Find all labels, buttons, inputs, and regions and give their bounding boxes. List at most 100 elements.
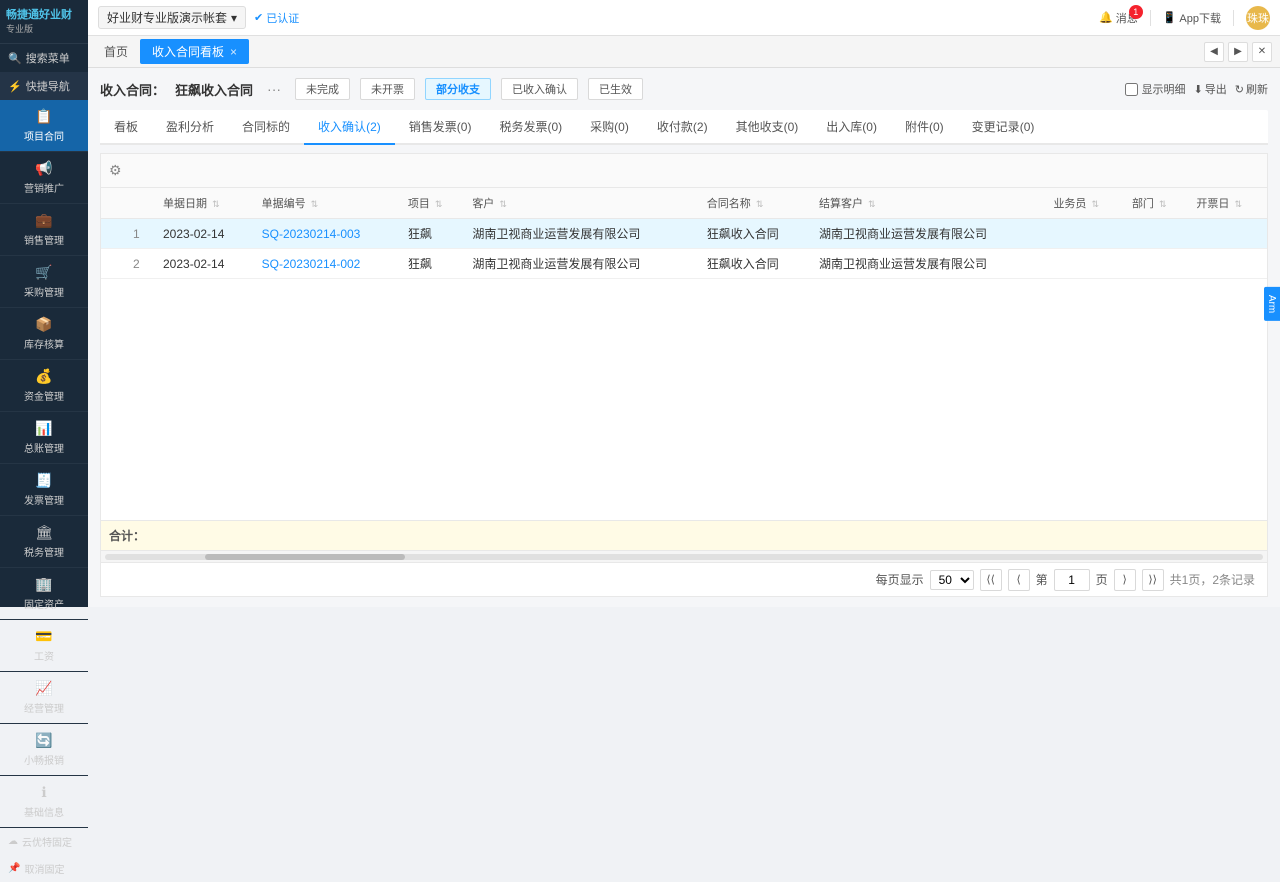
sidebar-item-purchase[interactable]: 🛒 采购管理 <box>0 256 88 308</box>
col-settle-customer[interactable]: 结算客户 ⇅ <box>811 188 1045 219</box>
tab-close-btn[interactable]: × <box>230 45 237 59</box>
col-order-no[interactable]: 单据编号 ⇅ <box>254 188 400 219</box>
last-page-btn[interactable]: ⟩⟩ <box>1142 569 1164 591</box>
clipboard-icon: 📋 <box>35 108 52 125</box>
sidebar-item-expense[interactable]: 🔄 小畅报销 <box>0 724 88 776</box>
sidebar: 畅捷通好业财 专业版 🔍 搜索菜单 ⚡ 快捷导航 📋 项目合同 📢 营销推广 💼… <box>0 0 88 607</box>
tab-tax-invoice[interactable]: 税务发票(0) <box>485 110 576 145</box>
refresh-icon: 🔄 <box>35 732 52 749</box>
table-scroll-area[interactable]: 单据日期 ⇅ 单据编号 ⇅ 项目 ⇅ <box>101 188 1267 520</box>
order-no-link2[interactable]: SQ-20230214-002 <box>262 257 361 271</box>
tab-next-btn[interactable]: ▶ <box>1228 42 1248 62</box>
lightning-icon: ⚡ <box>8 80 22 93</box>
status-partial-btn[interactable]: 部分收支 <box>425 78 491 100</box>
chevron-down-icon: ▾ <box>231 11 237 25</box>
money-icon: 💰 <box>35 368 52 385</box>
col-department[interactable]: 部门 ⇅ <box>1124 188 1188 219</box>
chart-icon: 📊 <box>35 420 52 437</box>
col-customer[interactable]: 客户 ⇅ <box>464 188 698 219</box>
next-page-btn[interactable]: ⟩ <box>1114 569 1136 591</box>
tab-profit[interactable]: 盈利分析 <box>152 110 228 145</box>
col-date[interactable]: 单据日期 ⇅ <box>155 188 254 219</box>
show-detail-checkbox[interactable] <box>1125 83 1138 96</box>
sidebar-item-finance[interactable]: 💰 资金管理 <box>0 360 88 412</box>
tab-revenue-confirm[interactable]: 收入确认(2) <box>304 110 395 145</box>
status-uninvoiced-btn[interactable]: 未开票 <box>360 78 415 100</box>
tab-close-all-btn[interactable]: ✕ <box>1252 42 1272 62</box>
col-project[interactable]: 项目 ⇅ <box>400 188 464 219</box>
export-btn[interactable]: ⬇ 导出 <box>1194 81 1227 97</box>
sidebar-item-sales[interactable]: 💼 销售管理 <box>0 204 88 256</box>
horizontal-scrollbar[interactable] <box>101 550 1267 562</box>
refresh-icon: ↻ <box>1235 83 1244 96</box>
tab-label: 收入合同看板 <box>152 43 224 60</box>
settings-icon[interactable]: ⚙ <box>109 162 122 179</box>
tab-change-log[interactable]: 变更记录(0) <box>958 110 1049 145</box>
tab-attachment[interactable]: 附件(0) <box>891 110 958 145</box>
tab-other[interactable]: 其他收支(0) <box>722 110 813 145</box>
sidebar-item-assets[interactable]: 🏢 固定资产 <box>0 568 88 620</box>
table-row[interactable]: 1 2023-02-14 SQ-20230214-003 狂飙 湖南卫视商业运营… <box>101 219 1267 249</box>
order-no-link[interactable]: SQ-20230214-003 <box>262 227 361 241</box>
col-contract-name[interactable]: 合同名称 ⇅ <box>699 188 811 219</box>
app-download-btn[interactable]: 📱 App下载 <box>1163 10 1221 26</box>
page-number-input[interactable] <box>1054 569 1090 591</box>
row-num-cell: 1 <box>125 219 155 249</box>
sidebar-cloud-pin[interactable]: ☁ 云优特固定 <box>0 828 88 855</box>
sidebar-item-management[interactable]: 📈 经营管理 <box>0 672 88 724</box>
topbar-divider <box>1150 10 1151 26</box>
sort-icon: ⇅ <box>212 199 220 209</box>
sidebar-item-inventory[interactable]: 📦 库存核算 <box>0 308 88 360</box>
sidebar-item-label: 采购管理 <box>24 284 64 299</box>
sidebar-unpin[interactable]: 📌 取消固定 <box>0 855 88 882</box>
main-area: 好业财专业版演示帐套 ▾ ✔ 已认证 🔔 1 消息 📱 App下载 珠珠 <box>88 0 1280 607</box>
row-order-no-cell2[interactable]: SQ-20230214-002 <box>254 249 400 279</box>
arm-float-btn[interactable]: Arm <box>1264 286 1280 320</box>
tax-icon: 🏛 <box>35 524 53 541</box>
tab-kanban[interactable]: 看板 <box>100 110 152 145</box>
per-page-select[interactable]: 50 <box>930 570 974 590</box>
prev-page-btn[interactable]: ⟨ <box>1008 569 1030 591</box>
col-invoice-date[interactable]: 开票日 ⇅ <box>1188 188 1267 219</box>
col-salesman[interactable]: 业务员 ⇅ <box>1045 188 1124 219</box>
status-uncomplete-btn[interactable]: 未完成 <box>295 78 350 100</box>
refresh-btn[interactable]: ↻ 刷新 <box>1235 81 1268 97</box>
user-avatar[interactable]: 珠珠 <box>1246 6 1270 30</box>
sidebar-item-payroll[interactable]: 💳 工资 <box>0 620 88 672</box>
sidebar-item-search[interactable]: 🔍 搜索菜单 <box>0 44 88 72</box>
table-row[interactable]: 2 2023-02-14 SQ-20230214-002 狂飙 湖南卫视商业运营… <box>101 249 1267 279</box>
row-customer-cell2: 湖南卫视商业运营发展有限公司 <box>464 249 698 279</box>
sidebar-item-quick-nav[interactable]: ⚡ 快捷导航 <box>0 72 88 100</box>
tabs-bar: 看板 盈利分析 合同标的 收入确认(2) 销售发票(0) 税务发票(0) 采购(… <box>100 110 1268 145</box>
home-label: 首页 <box>104 45 128 59</box>
messages-btn[interactable]: 🔔 1 消息 <box>1099 10 1138 26</box>
sort-icon5: ⇅ <box>756 199 764 209</box>
scrollbar-thumb[interactable] <box>205 554 405 560</box>
sidebar-item-invoice[interactable]: 🧾 发票管理 <box>0 464 88 516</box>
tabbar-contract-tab[interactable]: 收入合同看板 × <box>140 39 249 64</box>
contract-menu-btn[interactable]: ··· <box>263 81 285 97</box>
row-order-no-cell[interactable]: SQ-20230214-003 <box>254 219 400 249</box>
status-effective-btn[interactable]: 已生效 <box>588 78 643 100</box>
tabbar-home[interactable]: 首页 <box>96 39 136 64</box>
tab-warehouse[interactable]: 出入库(0) <box>812 110 891 145</box>
tab-purchase[interactable]: 采购(0) <box>576 110 643 145</box>
sort-icon9: ⇅ <box>1234 199 1242 209</box>
sidebar-item-ledger[interactable]: 📊 总账管理 <box>0 412 88 464</box>
row-settings-cell <box>101 219 125 249</box>
sidebar-bottom-label2: 取消固定 <box>24 861 64 876</box>
refresh-label: 刷新 <box>1246 81 1268 97</box>
company-selector[interactable]: 好业财专业版演示帐套 ▾ <box>98 6 246 29</box>
sidebar-item-marketing[interactable]: 📢 营销推广 <box>0 152 88 204</box>
tab-subject[interactable]: 合同标的 <box>228 110 304 145</box>
row-date-cell: 2023-02-14 <box>155 219 254 249</box>
sidebar-item-basic-info[interactable]: ℹ 基础信息 <box>0 776 88 828</box>
tab-sales-invoice[interactable]: 销售发票(0) <box>395 110 486 145</box>
sidebar-item-project-contract[interactable]: 📋 项目合同 <box>0 100 88 152</box>
tab-payment[interactable]: 收付款(2) <box>643 110 722 145</box>
first-page-btn[interactable]: ⟨⟨ <box>980 569 1002 591</box>
sidebar-item-tax[interactable]: 🏛 税务管理 <box>0 516 88 568</box>
status-confirmed-btn[interactable]: 已收入确认 <box>501 78 578 100</box>
tab-prev-btn[interactable]: ◀ <box>1204 42 1224 62</box>
topbar: 好业财专业版演示帐套 ▾ ✔ 已认证 🔔 1 消息 📱 App下载 珠珠 <box>88 0 1280 36</box>
